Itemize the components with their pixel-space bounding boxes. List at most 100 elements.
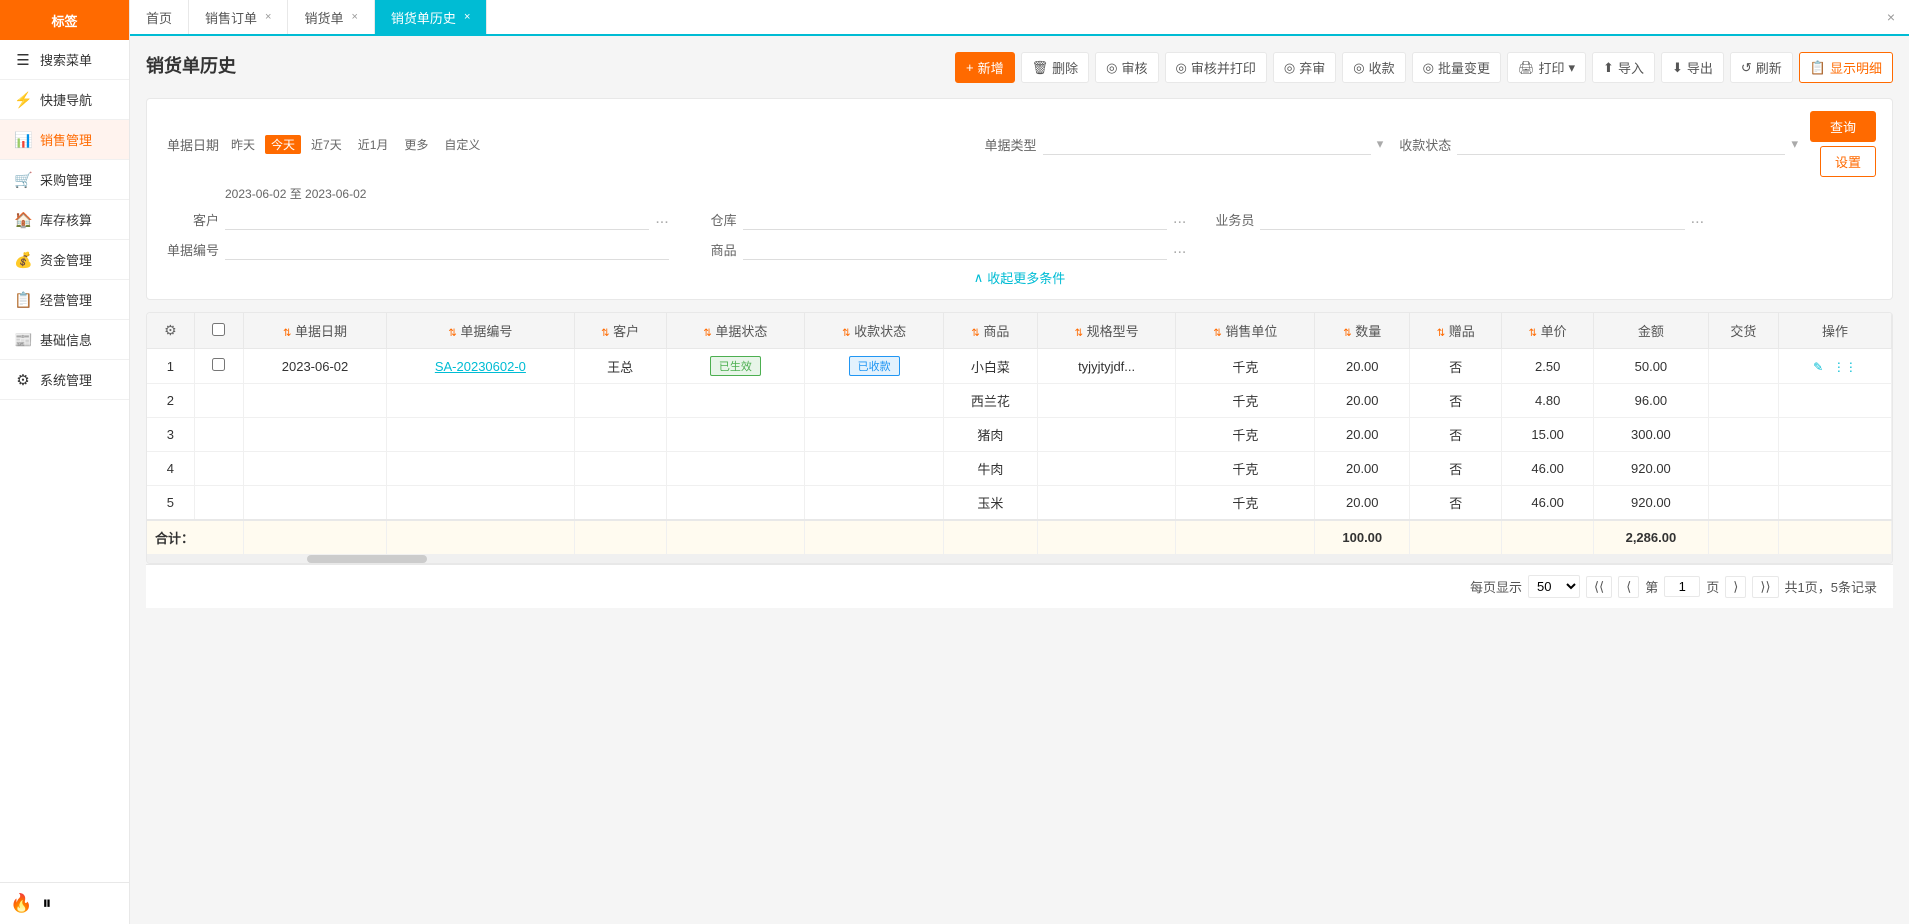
- status-badge: 已生效: [710, 356, 761, 376]
- col-checkbox[interactable]: [194, 349, 243, 384]
- col-unit: 千克: [1176, 349, 1315, 384]
- print-button[interactable]: 🖨 打印 ▾: [1507, 52, 1586, 83]
- summary-row: 合计： 100.00 2,286.00: [147, 520, 1892, 555]
- col-delivery: [1708, 452, 1778, 486]
- sidebar-item-quick-nav[interactable]: ⚡ 快捷导航: [0, 80, 129, 120]
- customer-select-icon[interactable]: ...: [655, 210, 668, 228]
- sort-spec-icon[interactable]: ⇅: [1075, 328, 1083, 339]
- collapse-button[interactable]: ∧ 收起更多条件: [163, 268, 1876, 287]
- refresh-button[interactable]: ↺ 刷新: [1730, 52, 1793, 83]
- query-setting-area: 查询 设置: [1810, 111, 1876, 177]
- sort-goods-icon[interactable]: ⇅: [971, 328, 979, 339]
- audit-button[interactable]: ◎ 审核: [1095, 52, 1158, 83]
- warehouse-select-icon[interactable]: ...: [1173, 210, 1186, 228]
- filter-row-2: 客户 ... 仓库 ... 业务员 ...: [163, 208, 1876, 230]
- sort-customer-icon[interactable]: ⇅: [601, 328, 609, 339]
- sidebar-item-operations[interactable]: 📋 经营管理: [0, 280, 129, 320]
- col-docno[interactable]: SA-20230602-0: [387, 349, 575, 384]
- tab-home-label: 首页: [146, 8, 172, 27]
- tab-sales-goods-close[interactable]: ×: [351, 11, 357, 23]
- date-chip-custom[interactable]: 自定义: [438, 135, 486, 154]
- page-number-input[interactable]: [1664, 576, 1700, 597]
- delete-button[interactable]: 🗑 删除: [1021, 52, 1090, 83]
- date-chip-today[interactable]: 今天: [265, 135, 301, 154]
- records-table: ⚙ ⇅ 单据日期 ⇅ 单据编号 ⇅ 客户 ⇅ 单据状态 ⇅ 收款状态 ⇅ 商品 …: [147, 313, 1892, 555]
- tab-sales-order[interactable]: 销售订单 ×: [189, 0, 288, 34]
- tab-home[interactable]: 首页: [130, 0, 189, 34]
- abandon-button[interactable]: ◎ 弃审: [1273, 52, 1336, 83]
- filter-customer-input[interactable]: [225, 208, 649, 230]
- select-all-checkbox[interactable]: [212, 323, 225, 336]
- filter-goods-input[interactable]: [743, 238, 1167, 260]
- col-checkbox[interactable]: [194, 418, 243, 452]
- table-row: 4牛肉千克20.00否46.00920.00: [147, 452, 1892, 486]
- prev-page-btn[interactable]: ⟨: [1618, 576, 1639, 598]
- col-customer: [574, 384, 666, 418]
- col-checkbox[interactable]: [194, 452, 243, 486]
- filter-pay-status-input[interactable]: [1457, 133, 1785, 155]
- filter-salesperson-input[interactable]: [1260, 208, 1684, 230]
- sidebar-item-base-info[interactable]: 📰 基础信息: [0, 320, 129, 360]
- pay-status-dropdown-icon[interactable]: ▾: [1791, 136, 1798, 152]
- query-button[interactable]: 查询: [1810, 111, 1876, 142]
- print-icon: 🖨: [1518, 60, 1535, 76]
- per-page-select[interactable]: 50 20 100: [1528, 575, 1580, 598]
- sidebar-item-search-menu[interactable]: ☰ 搜索菜单: [0, 40, 129, 80]
- col-checkbox[interactable]: [194, 384, 243, 418]
- sort-date-icon[interactable]: ⇅: [283, 328, 291, 339]
- sidebar-bottom: 🔥 ⏸: [0, 882, 129, 924]
- date-chip-more[interactable]: 更多: [398, 135, 434, 154]
- tab-sales-order-close[interactable]: ×: [265, 11, 271, 23]
- tab-sales-goods[interactable]: 销货单 ×: [288, 0, 374, 34]
- col-checkbox[interactable]: [194, 486, 243, 521]
- salesperson-select-icon[interactable]: ...: [1691, 210, 1704, 228]
- sidebar-pause-icon[interactable]: ⏸: [42, 893, 51, 914]
- sidebar-item-sales-mgmt[interactable]: 📊 销售管理: [0, 120, 129, 160]
- doc-type-dropdown-icon[interactable]: ▾: [1377, 136, 1384, 152]
- tab-sales-history[interactable]: 销货单历史 ×: [375, 0, 487, 34]
- first-page-btn[interactable]: ⟨⟨: [1586, 576, 1612, 598]
- summary-total-qty: 100.00: [1315, 520, 1410, 555]
- add-button[interactable]: + 新增: [955, 52, 1015, 83]
- doc-no-link[interactable]: SA-20230602-0: [435, 359, 526, 374]
- show-detail-button[interactable]: 📋 显示明细: [1799, 52, 1893, 83]
- filter-doc-type-input[interactable]: [1043, 133, 1371, 155]
- import-button[interactable]: ⬆ 导入: [1592, 52, 1655, 83]
- sort-gift-icon[interactable]: ⇅: [1437, 328, 1445, 339]
- sidebar-item-inventory[interactable]: 🏠 库存核算: [0, 200, 129, 240]
- collect-button[interactable]: ◎ 收款: [1342, 52, 1405, 83]
- filter-warehouse-input[interactable]: [743, 208, 1167, 230]
- last-page-btn[interactable]: ⟩⟩: [1752, 576, 1778, 598]
- row-checkbox[interactable]: [212, 358, 225, 371]
- sidebar-item-label: 基础信息: [40, 330, 92, 349]
- date-chip-last1month[interactable]: 近1月: [352, 135, 395, 154]
- sidebar-item-sys-mgmt[interactable]: ⚙ 系统管理: [0, 360, 129, 400]
- sort-price-icon[interactable]: ⇅: [1529, 328, 1537, 339]
- setting-button[interactable]: 设置: [1820, 146, 1876, 177]
- audit-print-button[interactable]: ◎ 审核并打印: [1165, 52, 1267, 83]
- scrollbar-thumb[interactable]: [307, 555, 427, 563]
- filter-docno-input[interactable]: [225, 238, 669, 260]
- next-page-btn[interactable]: ⟩: [1725, 576, 1746, 598]
- batch-change-button[interactable]: ◎ 批量变更: [1412, 52, 1501, 83]
- sort-docno-icon[interactable]: ⇅: [448, 328, 456, 339]
- goods-select-icon[interactable]: ...: [1173, 240, 1186, 258]
- date-chip-last7days[interactable]: 近7天: [305, 135, 348, 154]
- sort-doc-status-icon[interactable]: ⇅: [703, 328, 711, 339]
- sidebar-item-finance[interactable]: 💰 资金管理: [0, 240, 129, 280]
- export-button[interactable]: ⬇ 导出: [1661, 52, 1724, 83]
- sidebar-fire-icon[interactable]: 🔥: [10, 893, 32, 914]
- horizontal-scrollbar[interactable]: [147, 555, 1892, 563]
- date-chip-yesterday[interactable]: 昨天: [225, 135, 261, 154]
- sort-unit-icon[interactable]: ⇅: [1213, 328, 1221, 339]
- sidebar-item-purchase-mgmt[interactable]: 🛒 采购管理: [0, 160, 129, 200]
- edit-action-btn[interactable]: ✎: [1810, 360, 1826, 374]
- th-checkbox[interactable]: [194, 313, 243, 349]
- sort-qty-icon[interactable]: ⇅: [1343, 328, 1351, 339]
- window-close-btn[interactable]: ×: [1873, 9, 1909, 25]
- sort-pay-status-icon[interactable]: ⇅: [842, 328, 850, 339]
- th-gear[interactable]: ⚙: [147, 313, 194, 349]
- filter-row-1: 单据日期 昨天 今天 近7天 近1月 更多 自定义 单据类型 ▾: [163, 111, 1876, 177]
- more-action-btn[interactable]: ⋮⋮: [1830, 360, 1860, 374]
- tab-sales-history-close[interactable]: ×: [464, 11, 470, 23]
